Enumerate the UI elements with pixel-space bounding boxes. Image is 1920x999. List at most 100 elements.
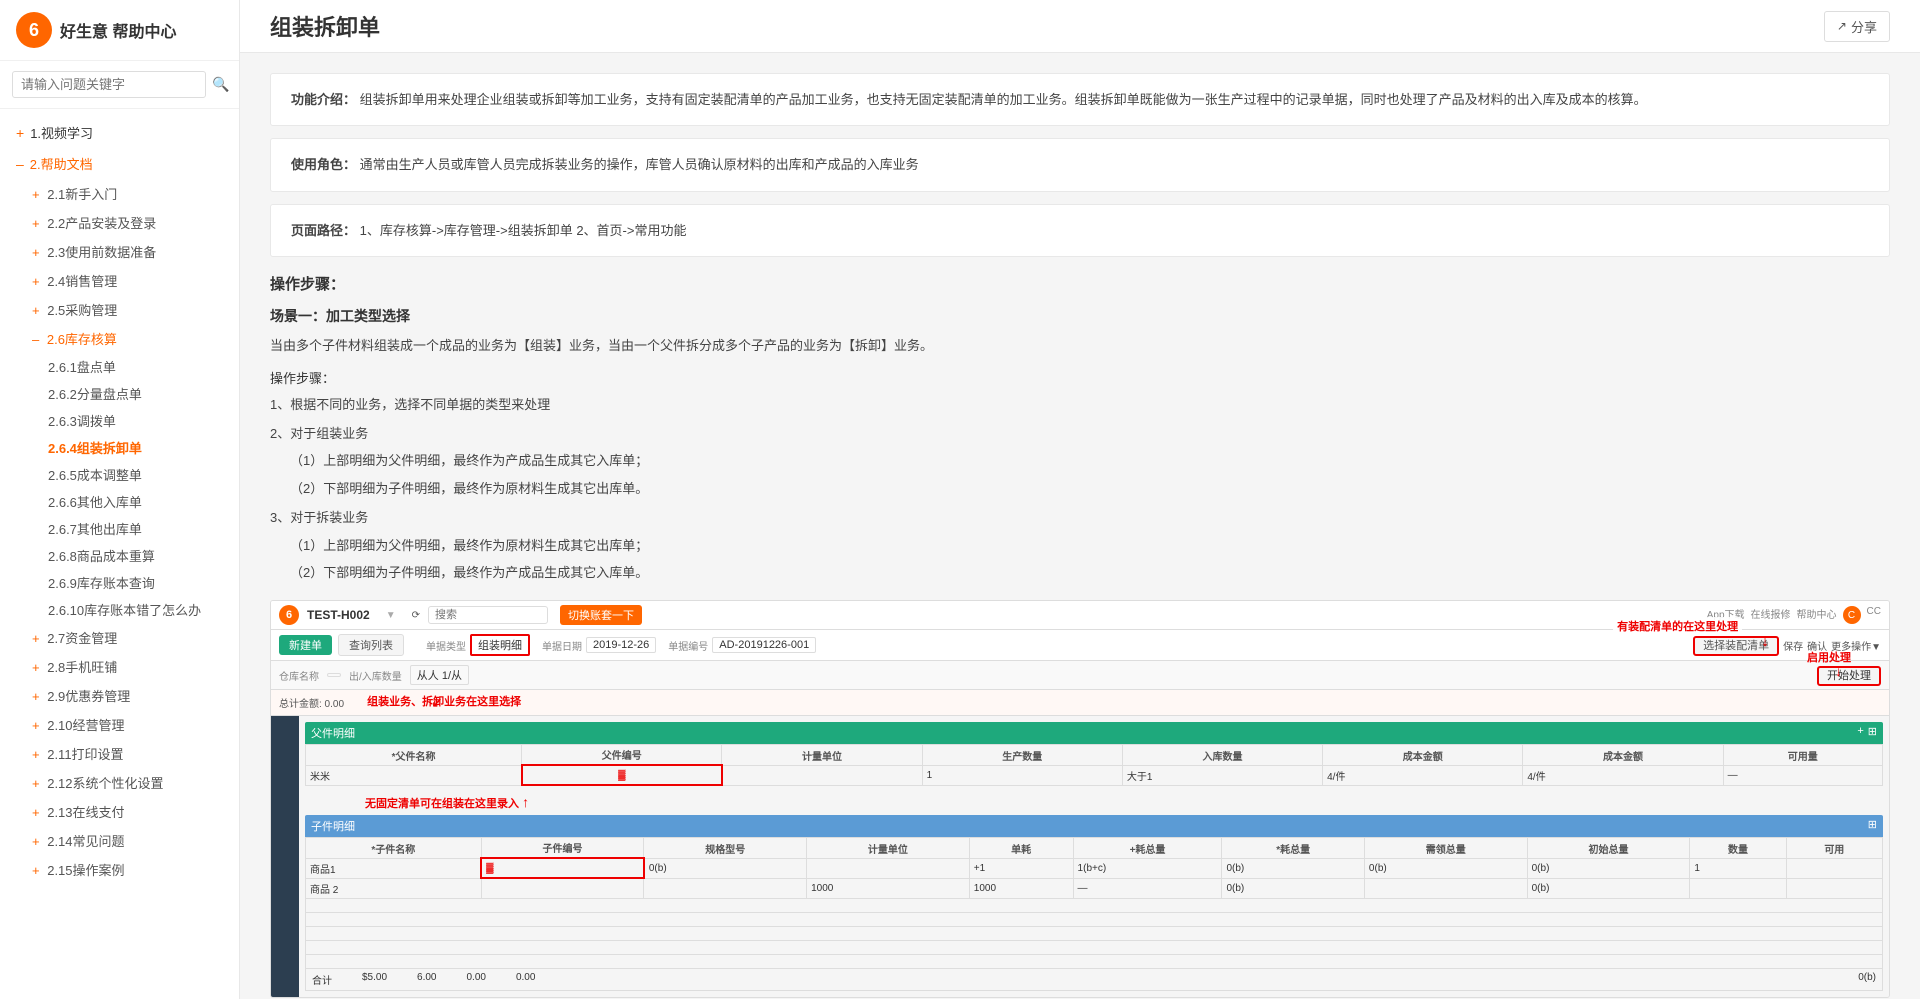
sidebar-item-faq[interactable]: + 2.14常见问题 bbox=[0, 826, 239, 855]
step1: 1、根据不同的业务，选择不同单据的类型来处理 bbox=[270, 393, 1890, 416]
sim-child-code2 bbox=[481, 878, 644, 898]
plus-icon-prepare: + bbox=[32, 245, 40, 260]
sidebar-item-inventory[interactable]: – 2.6库存核算 bbox=[0, 324, 239, 353]
sidebar-item-transfer[interactable]: 2.6.3调拨单 bbox=[0, 407, 239, 434]
sidebar-item-docs-label: 2.帮助文档 bbox=[30, 154, 93, 173]
sim-form-fields: 单据类型 组装明细 单据日期 2019-12-26 单据编号 AD-201912… bbox=[426, 634, 816, 656]
sidebar-item-assembly[interactable]: 2.6.4组装拆卸单 bbox=[0, 434, 239, 461]
sidebar-item-cases[interactable]: + 2.15操作案例 bbox=[0, 855, 239, 884]
sim-lower-table: *子件名称 子件编号 规格型号 计量单位 单耗 +耗总量 *耗总量 需领总量 初 bbox=[305, 837, 1883, 969]
sim-company: TEST-H002 bbox=[307, 608, 370, 622]
plus-icon-mobile: + bbox=[32, 660, 40, 675]
sim-type-value[interactable]: 组装明细 bbox=[470, 634, 530, 656]
sim-warehouse-label: 仓库名称 bbox=[279, 668, 319, 683]
sim-type-bar: 总计金额: 0.00 组装业务、拆卸业务在这里选择 ↙ bbox=[271, 690, 1889, 716]
sidebar-item-sales[interactable]: + 2.4销售管理 bbox=[0, 266, 239, 295]
sim-save-btn[interactable]: 保存 bbox=[1783, 638, 1803, 653]
sidebar-item-personalize[interactable]: + 2.12系统个性化设置 bbox=[0, 768, 239, 797]
sim-new-btn[interactable]: 切换账套一下 bbox=[560, 605, 642, 625]
share-button[interactable]: ↗ 分享 bbox=[1824, 11, 1890, 42]
sidebar-item-partial-stocktake[interactable]: 2.6.2分量盘点单 bbox=[0, 380, 239, 407]
sim-sync-icon: ⟳ bbox=[412, 610, 420, 621]
sim-action-area: 有装配清单的在这里处理 ↓ 选择装配清单 保存 确认 更多操作▼ bbox=[1693, 637, 1881, 653]
sim-qty-value[interactable]: 从人 1/从 bbox=[410, 665, 469, 685]
sim-col-in-qty: 入库数量 bbox=[1122, 745, 1322, 766]
sim-child-unit2: 1000 bbox=[807, 878, 970, 898]
sidebar-item-install[interactable]: + 2.2产品安装及登录 bbox=[0, 208, 239, 237]
sim-warehouse-input[interactable] bbox=[327, 673, 341, 677]
sidebar-item-mobile[interactable]: + 2.8手机旺铺 bbox=[0, 652, 239, 681]
app-logo: 6 bbox=[16, 12, 52, 48]
sidebar-item-inventory-query[interactable]: 2.6.9库存账本查询 bbox=[0, 569, 239, 596]
sim-lower-icons: ⊞ bbox=[1868, 818, 1877, 834]
sidebar-item-inventory-error[interactable]: 2.6.10库存账本错了怎么办 bbox=[0, 596, 239, 623]
sim-col-init-total: 初始总量 bbox=[1527, 838, 1690, 859]
sim-search-input[interactable] bbox=[428, 606, 548, 624]
sim-footer-total2: 6.00 bbox=[417, 972, 436, 987]
sidebar-item-coupon[interactable]: + 2.9优惠券管理 bbox=[0, 681, 239, 710]
sim-active-tab[interactable]: 新建单 bbox=[279, 635, 332, 655]
sidebar-item-other-in[interactable]: 2.6.6其他入库单 bbox=[0, 488, 239, 515]
sim-upper-title: 父件明细 bbox=[311, 725, 355, 741]
table-row: 商品 2 1000 1000 — 0(b) 0(b) bbox=[306, 878, 1883, 898]
sim-lower-title: 子件明细 bbox=[311, 818, 355, 834]
sim-repair: 在线报修 bbox=[1751, 606, 1791, 624]
sim-list-tab[interactable]: 查询列表 bbox=[338, 634, 404, 656]
scene1-title: 场景一：加工类型选择 bbox=[270, 306, 1890, 326]
sim-child-qty2 bbox=[1690, 878, 1786, 898]
step2-sub1: （1）上部明细为父件明细，最终作为产成品生成其它入库单； bbox=[270, 449, 1890, 472]
sidebar-item-cost-recalc[interactable]: 2.6.8商品成本重算 bbox=[0, 542, 239, 569]
sim-bom-area: 有装配清单的在这里处理 ↓ 选择装配清单 bbox=[1693, 637, 1779, 653]
step3: 3、对于拆装业务 bbox=[270, 506, 1890, 529]
sim-col-avail2: 可用 bbox=[1786, 838, 1882, 859]
search-input[interactable] bbox=[12, 71, 206, 98]
minus-icon: – bbox=[16, 156, 24, 172]
sidebar-item-cost-adjust[interactable]: 2.6.5成本调整单 bbox=[0, 461, 239, 488]
sidebar-item-other-out[interactable]: 2.6.7其他出库单 bbox=[0, 515, 239, 542]
sim-total-label: 总计金额: 0.00 bbox=[279, 699, 344, 710]
sidebar-item-finance[interactable]: + 2.7资金管理 bbox=[0, 623, 239, 652]
search-icon[interactable]: 🔍 bbox=[212, 76, 229, 93]
table-row bbox=[306, 912, 1883, 926]
sim-body: 父件明细 + ⊞ *父件名称 父件编号 bbox=[271, 716, 1889, 997]
sim-cell-name: 米米 bbox=[306, 765, 522, 785]
sidebar-item-docs[interactable]: – 2.帮助文档 bbox=[0, 148, 239, 179]
sim-num-value[interactable]: AD-20191226-001 bbox=[712, 637, 816, 653]
sidebar-item-video[interactable]: + 1.视频学习 bbox=[0, 117, 239, 148]
sidebar-header: 6 好生意 帮助中心 bbox=[0, 0, 239, 61]
plus-icon-print: + bbox=[32, 747, 40, 762]
sim-cell-prod: 1 bbox=[922, 765, 1122, 785]
sidebar-item-payment[interactable]: + 2.13在线支付 bbox=[0, 797, 239, 826]
sim-col-qty: 数量 bbox=[1690, 838, 1786, 859]
sim-col-consume: 单耗 bbox=[969, 838, 1073, 859]
sidebar-item-print[interactable]: + 2.11打印设置 bbox=[0, 739, 239, 768]
sim-child-name1: 商品1 bbox=[306, 858, 482, 878]
search-box[interactable]: 🔍 bbox=[0, 61, 239, 109]
sim-icon-plus[interactable]: + bbox=[1857, 725, 1863, 741]
sim-activate-btn[interactable]: 开始处理 bbox=[1817, 666, 1881, 686]
sim-date-value[interactable]: 2019-12-26 bbox=[586, 637, 656, 653]
sim-icon-expand[interactable]: ⊞ bbox=[1868, 725, 1877, 741]
sim-col-spec: 规格型号 bbox=[644, 838, 807, 859]
sidebar-item-stocktake[interactable]: 2.6.1盘点单 bbox=[0, 353, 239, 380]
path-block: 页面路径： 1、库存核算->库存管理->组装拆卸单 2、首页->常用功能 bbox=[270, 204, 1890, 257]
sidebar-item-mgmt[interactable]: + 2.10经营管理 bbox=[0, 710, 239, 739]
sidebar-item-beginner[interactable]: + 2.1新手入门 bbox=[0, 179, 239, 208]
sim-col-unit2: 计量单位 bbox=[807, 838, 970, 859]
red-arrow-activate: ↓ bbox=[1835, 663, 1842, 679]
sim-col-consume-total: +耗总量 bbox=[1073, 838, 1222, 859]
sim-col-child-name: *子件名称 bbox=[306, 838, 482, 859]
sim-footer-total1: $5.00 bbox=[362, 972, 387, 987]
sim-upper-icons: + ⊞ bbox=[1857, 725, 1877, 741]
table-row bbox=[306, 940, 1883, 954]
sim-col-unit: 计量单位 bbox=[722, 745, 922, 766]
sidebar-item-purchase[interactable]: + 2.5采购管理 bbox=[0, 295, 239, 324]
content-area: 功能介绍： 组装拆卸单用来处理企业组装或拆卸等加工业务，支持有固定装配清单的产品… bbox=[240, 53, 1920, 999]
sidebar-item-prepare[interactable]: + 2.3使用前数据准备 bbox=[0, 237, 239, 266]
plus-icon: + bbox=[16, 125, 24, 141]
sim-dropdown-icon: ▼ bbox=[386, 610, 396, 621]
sidebar-item-video-label: 1.视频学习 bbox=[30, 123, 93, 142]
sim-sub-toolbar: 仓库名称 出/入库数量 从人 1/从 启用处理 ↓ 开始处理 bbox=[271, 661, 1889, 690]
role-block: 使用角色： 通常由生产人员或库管人员完成拆装业务的操作，库管人员确认原材料的出库… bbox=[270, 138, 1890, 191]
sim-footer-total3: 0.00 bbox=[467, 972, 486, 987]
